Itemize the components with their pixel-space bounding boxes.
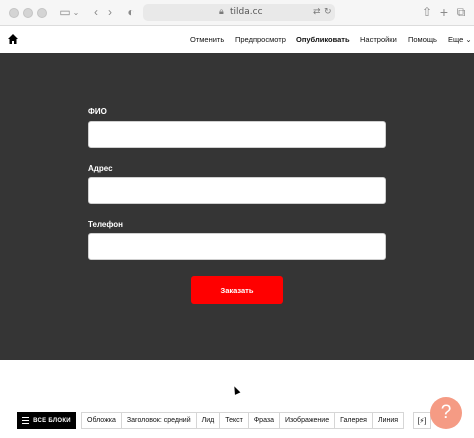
share-icon[interactable]: ⇧ (421, 4, 433, 20)
category-line[interactable]: Линия (373, 413, 403, 428)
publish-button[interactable]: Опубликовать (296, 35, 350, 44)
field-label-phone: Телефон (88, 220, 123, 229)
shield-icon[interactable]: ◐ (125, 4, 137, 20)
close-window-button[interactable] (9, 8, 19, 18)
lock-icon: 🔒︎ (219, 6, 224, 16)
editor-topbar: Отменить Предпросмотр Опубликовать Настр… (0, 27, 474, 53)
all-blocks-button[interactable]: ВСЕ БЛОКИ (17, 412, 76, 429)
settings-button[interactable]: Настройки (360, 35, 397, 44)
zero-block-icon[interactable]: [⚡] (413, 412, 431, 429)
chevron-down-icon: ⌄ (465, 35, 472, 44)
category-cover[interactable]: Обложка (82, 413, 122, 428)
help-button[interactable]: Помощь (408, 35, 437, 44)
translate-icon[interactable]: ⇄ (313, 6, 321, 17)
form-block (0, 53, 474, 360)
menu-icon (22, 417, 30, 424)
undo-button[interactable]: Отменить (190, 35, 224, 44)
name-input[interactable] (88, 121, 386, 148)
address-bar[interactable]: 🔒︎ tilda.cc ⇄ ↻ (143, 4, 335, 21)
new-tab-icon[interactable]: + (438, 4, 450, 20)
home-icon[interactable] (7, 33, 19, 45)
all-blocks-label: ВСЕ БЛОКИ (33, 417, 71, 424)
address-input[interactable] (88, 177, 386, 204)
category-heading-medium[interactable]: Заголовок: средний (122, 413, 197, 428)
category-lead[interactable]: Лид (197, 413, 221, 428)
field-label-name: ФИО (88, 107, 107, 116)
phone-input[interactable] (88, 233, 386, 260)
chevron-down-icon[interactable]: ⌄ (72, 4, 80, 20)
minimize-window-button[interactable] (23, 8, 33, 18)
category-gallery[interactable]: Галерея (335, 413, 373, 428)
more-button[interactable]: Еще ⌄ (448, 35, 472, 44)
back-icon[interactable]: ‹ (90, 4, 102, 20)
category-phrase[interactable]: Фраза (249, 413, 280, 428)
zoom-window-button[interactable] (37, 8, 47, 18)
block-categories: Обложка Заголовок: средний Лид Текст Фра… (81, 412, 405, 429)
preview-button[interactable]: Предпросмотр (235, 35, 286, 44)
tabs-overview-icon[interactable]: ⧉ (455, 4, 467, 20)
order-button[interactable]: Заказать (191, 276, 283, 304)
more-label: Еще (448, 35, 464, 44)
category-text[interactable]: Текст (220, 413, 249, 428)
sidebar-icon[interactable]: ▭ (58, 4, 72, 20)
url-text: tilda.cc (230, 7, 263, 17)
field-label-address: Адрес (88, 164, 113, 173)
browser-toolbar: ▭ ⌄ ‹ › ◐ 🔒︎ tilda.cc ⇄ ↻ ⇧ + ⧉ (0, 0, 474, 26)
help-fab-button[interactable]: ? (430, 397, 462, 429)
reload-icon[interactable]: ↻ (324, 6, 332, 17)
category-image[interactable]: Изображение (280, 413, 336, 428)
forward-icon[interactable]: › (104, 4, 116, 20)
